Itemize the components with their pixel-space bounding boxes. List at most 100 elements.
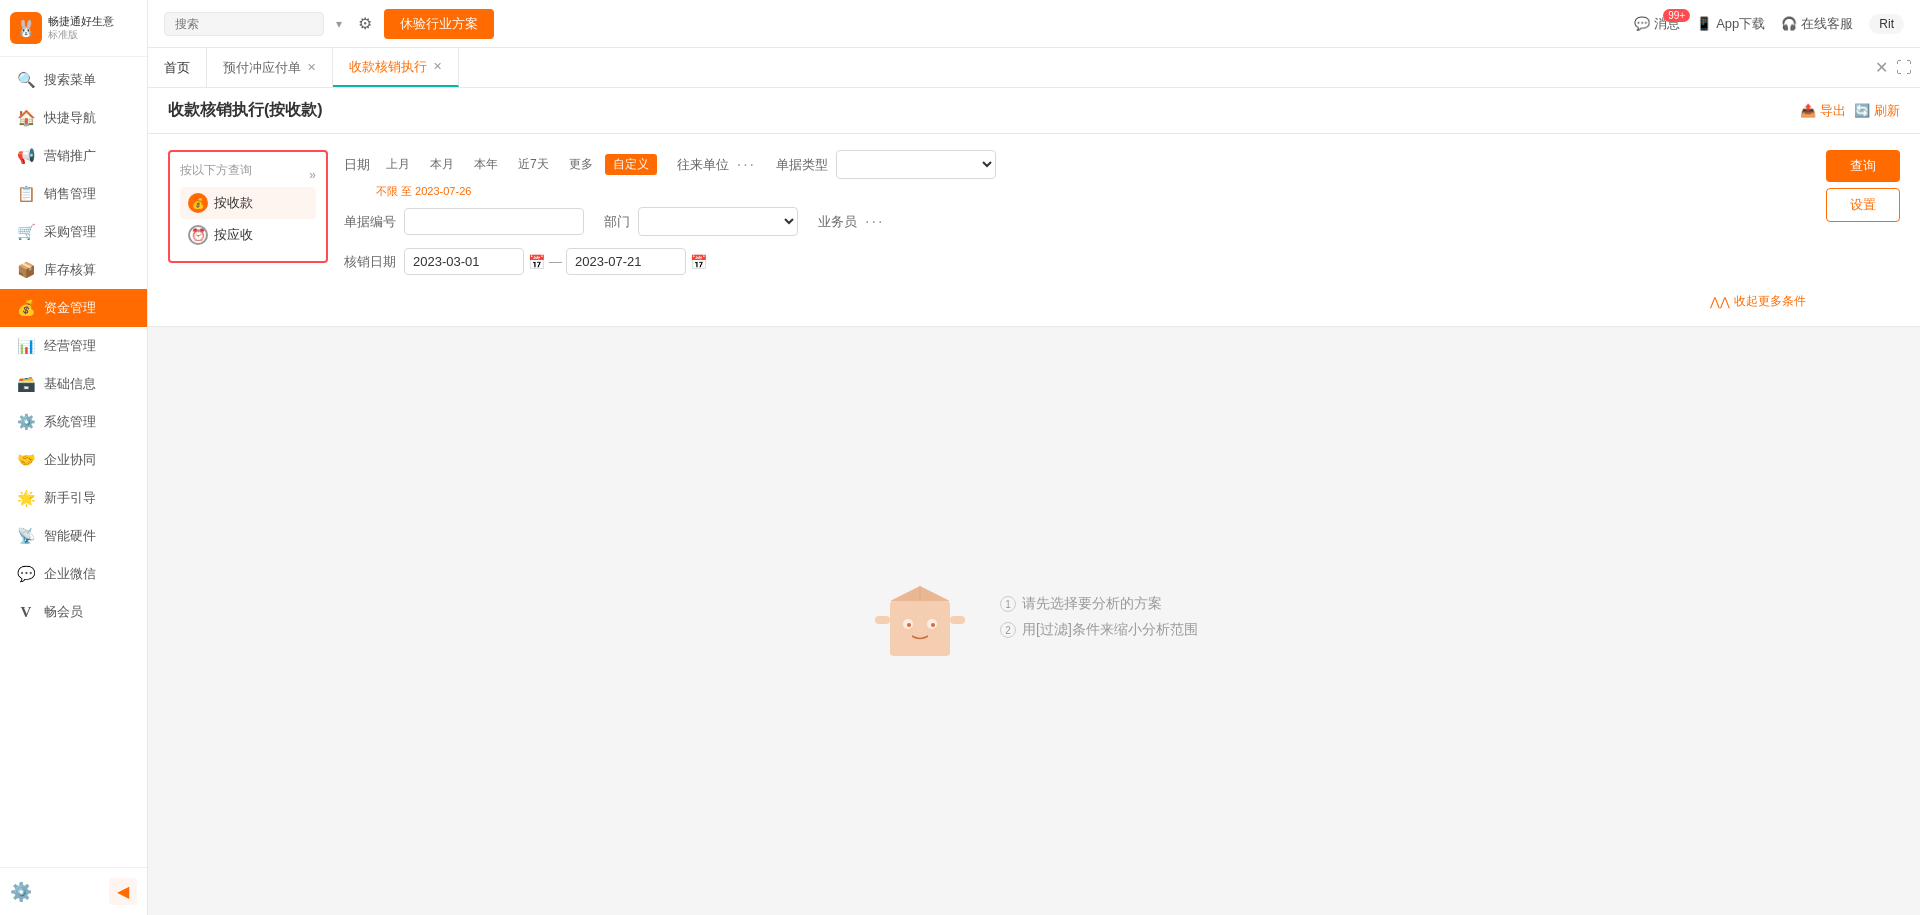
doc-no-input[interactable] — [404, 208, 584, 235]
topbar-gear-icon[interactable]: ⚙ — [358, 14, 372, 33]
sidebar-item-operation[interactable]: 📊 经营管理 — [0, 327, 147, 365]
sidebar-item-basic[interactable]: 🗃️ 基础信息 — [0, 365, 147, 403]
sidebar-label-member: 畅会员 — [44, 603, 83, 621]
topbar-chevron-icon[interactable]: ▾ — [336, 17, 342, 31]
settings-icon[interactable]: ⚙️ — [10, 881, 32, 903]
page-header: 收款核销执行(按收款) 📤 导出 🔄 刷新 — [148, 88, 1920, 134]
sidebar-item-sales[interactable]: 📋 销售管理 — [0, 175, 147, 213]
sidebar-item-system[interactable]: ⚙️ 系统管理 — [0, 403, 147, 441]
filter-option-by-receipt[interactable]: 💰 按收款 — [180, 187, 316, 219]
sidebar-item-purchase[interactable]: 🛒 采购管理 — [0, 213, 147, 251]
close-window-icon[interactable]: ✕ — [1875, 58, 1888, 77]
sidebar-item-wechat[interactable]: 💬 企业微信 — [0, 555, 147, 593]
service-icon: 🎧 — [1781, 16, 1797, 31]
svg-point-4 — [907, 623, 911, 627]
export-button[interactable]: 📤 导出 — [1800, 102, 1846, 120]
sidebar-item-enterprise[interactable]: 🤝 企业协同 — [0, 441, 147, 479]
tip-text-2: 用[过滤]条件来缩小分析范围 — [1022, 621, 1198, 639]
collection-tab-close-icon[interactable]: ✕ — [433, 60, 442, 73]
date-preset-7days[interactable]: 近7天 — [510, 154, 557, 175]
sidebar-item-inventory[interactable]: 📦 库存核算 — [0, 251, 147, 289]
writeoff-date-field: 核销日期 📅 — 📅 — [344, 248, 707, 275]
date-preset-this-year[interactable]: 本年 — [466, 154, 506, 175]
tip-num-2: 2 — [1000, 622, 1016, 638]
sidebar-footer: ⚙️ ◀ — [0, 867, 147, 915]
sidebar-label-finance: 资金管理 — [44, 299, 96, 317]
marketing-icon: 📢 — [16, 147, 36, 165]
svg-point-5 — [931, 623, 935, 627]
tab-home[interactable]: 首页 — [148, 48, 207, 87]
unit-dots[interactable]: ··· — [737, 156, 756, 174]
staff-filter-field: 业务员 ··· — [818, 213, 884, 231]
industry-solution-button[interactable]: 休验行业方案 — [384, 9, 494, 39]
filter-main: 按以下方查询 » 💰 按收款 ⏰ 按应收 — [168, 150, 1900, 310]
user-name[interactable]: Rit — [1869, 14, 1904, 34]
maximize-window-icon[interactable]: ⛶ — [1896, 59, 1912, 77]
filter-option-by-receivable[interactable]: ⏰ 按应收 — [180, 219, 316, 251]
date-preset-custom[interactable]: 自定义 — [605, 154, 657, 175]
message-container[interactable]: 💬 消息 99+ — [1634, 15, 1680, 33]
date-sub-text: 不限 至 2023-07-26 — [376, 185, 471, 197]
writeoff-date-range: 📅 — 📅 — [404, 248, 707, 275]
doc-no-label: 单据编号 — [344, 213, 396, 231]
date-preset-this-month[interactable]: 本月 — [422, 154, 462, 175]
sidebar-item-hardware[interactable]: 📡 智能硬件 — [0, 517, 147, 555]
filter-panel-chevron-icon[interactable]: » — [309, 168, 316, 182]
writeoff-date-label: 核销日期 — [344, 253, 396, 271]
collapse-conditions-btn[interactable]: ⋀⋀ 收起更多条件 — [344, 287, 1806, 310]
topbar: ▾ ⚙ 休验行业方案 💬 消息 99+ 📱 App下载 🎧 在线客服 Rit — [148, 0, 1920, 48]
system-icon: ⚙️ — [16, 413, 36, 431]
date-presets: 上月 本月 本年 近7天 更多 自定义 — [378, 154, 657, 175]
writeoff-start-cal-icon[interactable]: 📅 — [528, 254, 545, 270]
unit-filter-field: 往来单位 ··· — [677, 156, 756, 174]
tab-collection[interactable]: 收款核销执行 ✕ — [333, 48, 459, 87]
sidebar-label-quick: 快捷导航 — [44, 109, 96, 127]
sidebar-label-enterprise: 企业协同 — [44, 451, 96, 469]
sidebar-item-quick[interactable]: 🏠 快捷导航 — [0, 99, 147, 137]
sidebar-label-inventory: 库存核算 — [44, 261, 96, 279]
collection-tab-label: 收款核销执行 — [349, 58, 427, 76]
dept-select[interactable] — [638, 207, 798, 236]
date-preset-last-month[interactable]: 上月 — [378, 154, 418, 175]
message-badge: 99+ — [1663, 9, 1690, 22]
writeoff-end-input[interactable] — [566, 248, 686, 275]
empty-tip-2: 2 用[过滤]条件来缩小分析范围 — [1000, 621, 1198, 639]
sidebar-label-hardware: 智能硬件 — [44, 527, 96, 545]
doc-type-select[interactable] — [836, 150, 996, 179]
writeoff-start-input[interactable] — [404, 248, 524, 275]
phone-icon: 📱 — [1696, 16, 1712, 31]
refresh-button[interactable]: 🔄 刷新 — [1854, 102, 1900, 120]
basic-icon: 🗃️ — [16, 375, 36, 393]
prepay-tab-close-icon[interactable]: ✕ — [307, 61, 316, 74]
app-logo: 🐰 畅捷通好生意 标准版 — [0, 0, 147, 57]
dept-label: 部门 — [604, 213, 630, 231]
operation-icon: 📊 — [16, 337, 36, 355]
filter-right: 日期 上月 本月 本年 近7天 更多 自定义 — [344, 150, 1900, 310]
sidebar-item-search[interactable]: 🔍 搜索菜单 — [0, 61, 147, 99]
svg-rect-7 — [950, 616, 965, 624]
date-preset-more[interactable]: 更多 — [561, 154, 601, 175]
content-area: 收款核销执行(按收款) 📤 导出 🔄 刷新 按以下方查询 » — [148, 88, 1920, 915]
tab-prepay[interactable]: 预付冲应付单 ✕ — [207, 48, 333, 87]
filter-settings-button[interactable]: 设置 — [1826, 188, 1900, 222]
sidebar-item-marketing[interactable]: 📢 营销推广 — [0, 137, 147, 175]
inventory-icon: 📦 — [16, 261, 36, 279]
topbar-search-input[interactable] — [164, 12, 324, 36]
sidebar-item-finance[interactable]: 💰 资金管理 — [0, 289, 147, 327]
app-version: 标准版 — [48, 28, 114, 42]
export-icon: 📤 — [1800, 103, 1816, 118]
staff-dots[interactable]: ··· — [865, 213, 884, 231]
collapse-sidebar-icon[interactable]: ◀ — [109, 878, 137, 905]
page-actions: 📤 导出 🔄 刷新 — [1800, 102, 1900, 120]
sidebar-item-member[interactable]: V 畅会员 — [0, 593, 147, 631]
query-button[interactable]: 查询 — [1826, 150, 1900, 182]
sidebar-label-sales: 销售管理 — [44, 185, 96, 203]
sidebar-nav: 🔍 搜索菜单 🏠 快捷导航 📢 营销推广 📋 销售管理 🛒 采购管理 📦 库存核… — [0, 57, 147, 867]
search-menu-icon: 🔍 — [16, 71, 36, 89]
svg-rect-0 — [890, 601, 950, 656]
sidebar-item-guide[interactable]: 🌟 新手引导 — [0, 479, 147, 517]
collapse-up-icon: ⋀⋀ — [1710, 295, 1730, 309]
writeoff-end-cal-icon[interactable]: 📅 — [690, 254, 707, 270]
app-download[interactable]: 📱 App下载 — [1696, 15, 1765, 33]
online-service[interactable]: 🎧 在线客服 — [1781, 15, 1853, 33]
